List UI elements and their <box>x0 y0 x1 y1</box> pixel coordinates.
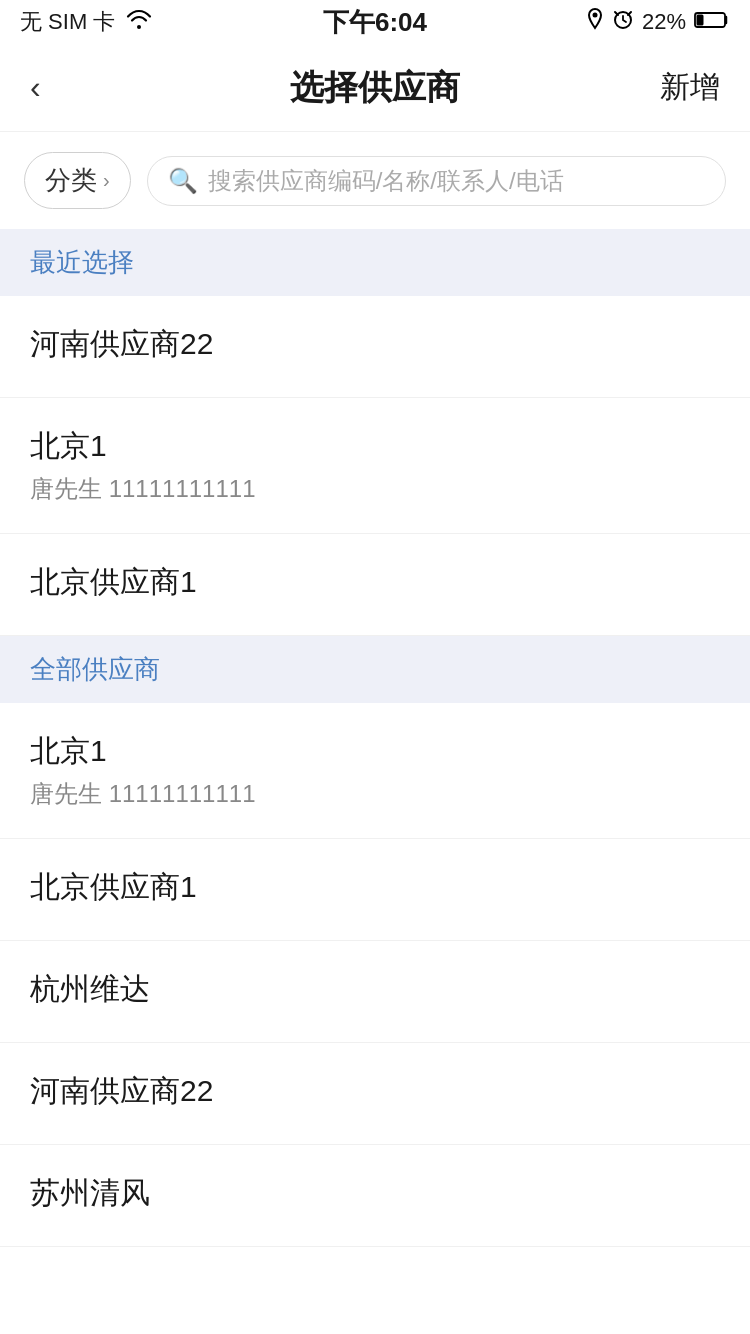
all-list-item[interactable]: 北京供应商1 <box>0 839 750 941</box>
category-button[interactable]: 分类 › <box>24 152 131 209</box>
recent-list-item[interactable]: 北京1 唐先生 11111111111 <box>0 398 750 534</box>
status-bar: 无 SIM 卡 下午6:04 22% <box>0 0 750 44</box>
item-name: 北京供应商1 <box>30 867 720 908</box>
recent-section-label: 最近选择 <box>30 247 134 277</box>
item-name: 河南供应商22 <box>30 324 720 365</box>
chevron-right-icon: › <box>103 169 110 192</box>
item-name: 北京1 <box>30 426 720 467</box>
svg-rect-3 <box>697 15 704 26</box>
battery-text: 22% <box>642 9 686 35</box>
svg-point-0 <box>592 13 597 18</box>
carrier-text: 无 SIM 卡 <box>20 7 115 37</box>
nav-bar: ‹ 选择供应商 新增 <box>0 44 750 132</box>
battery-icon <box>694 9 730 35</box>
status-bar-right: 22% <box>586 8 730 36</box>
all-list-item[interactable]: 河南供应商22 <box>0 1043 750 1145</box>
recent-list-item[interactable]: 河南供应商22 <box>0 296 750 398</box>
alarm-icon <box>612 8 634 36</box>
status-bar-time: 下午6:04 <box>323 5 427 40</box>
category-label: 分类 <box>45 163 97 198</box>
filter-bar: 分类 › 🔍 <box>0 132 750 229</box>
wifi-icon <box>125 9 153 35</box>
item-name: 北京供应商1 <box>30 562 720 603</box>
recent-list: 河南供应商22 北京1 唐先生 11111111111 北京供应商1 <box>0 296 750 636</box>
item-name: 北京1 <box>30 731 720 772</box>
search-input[interactable] <box>208 167 705 195</box>
all-list-item[interactable]: 苏州清风 <box>0 1145 750 1247</box>
item-name: 河南供应商22 <box>30 1071 720 1112</box>
page-title: 选择供应商 <box>290 65 460 111</box>
status-bar-left: 无 SIM 卡 <box>20 7 153 37</box>
add-button[interactable]: 新增 <box>660 67 720 108</box>
item-sub: 唐先生 11111111111 <box>30 473 720 505</box>
all-section-label: 全部供应商 <box>30 654 160 684</box>
item-sub: 唐先生 11111111111 <box>30 778 720 810</box>
item-name: 苏州清风 <box>30 1173 720 1214</box>
recent-section-header: 最近选择 <box>0 229 750 296</box>
search-box[interactable]: 🔍 <box>147 156 726 206</box>
all-section-header: 全部供应商 <box>0 636 750 703</box>
recent-list-item[interactable]: 北京供应商1 <box>0 534 750 636</box>
all-list-item[interactable]: 杭州维达 <box>0 941 750 1043</box>
back-button[interactable]: ‹ <box>30 69 90 106</box>
item-name: 杭州维达 <box>30 969 720 1010</box>
search-icon: 🔍 <box>168 167 198 195</box>
all-list-item[interactable]: 北京1 唐先生 11111111111 <box>0 703 750 839</box>
all-list: 北京1 唐先生 11111111111 北京供应商1 杭州维达河南供应商22 苏州清风 <box>0 703 750 1247</box>
location-icon <box>586 8 604 36</box>
